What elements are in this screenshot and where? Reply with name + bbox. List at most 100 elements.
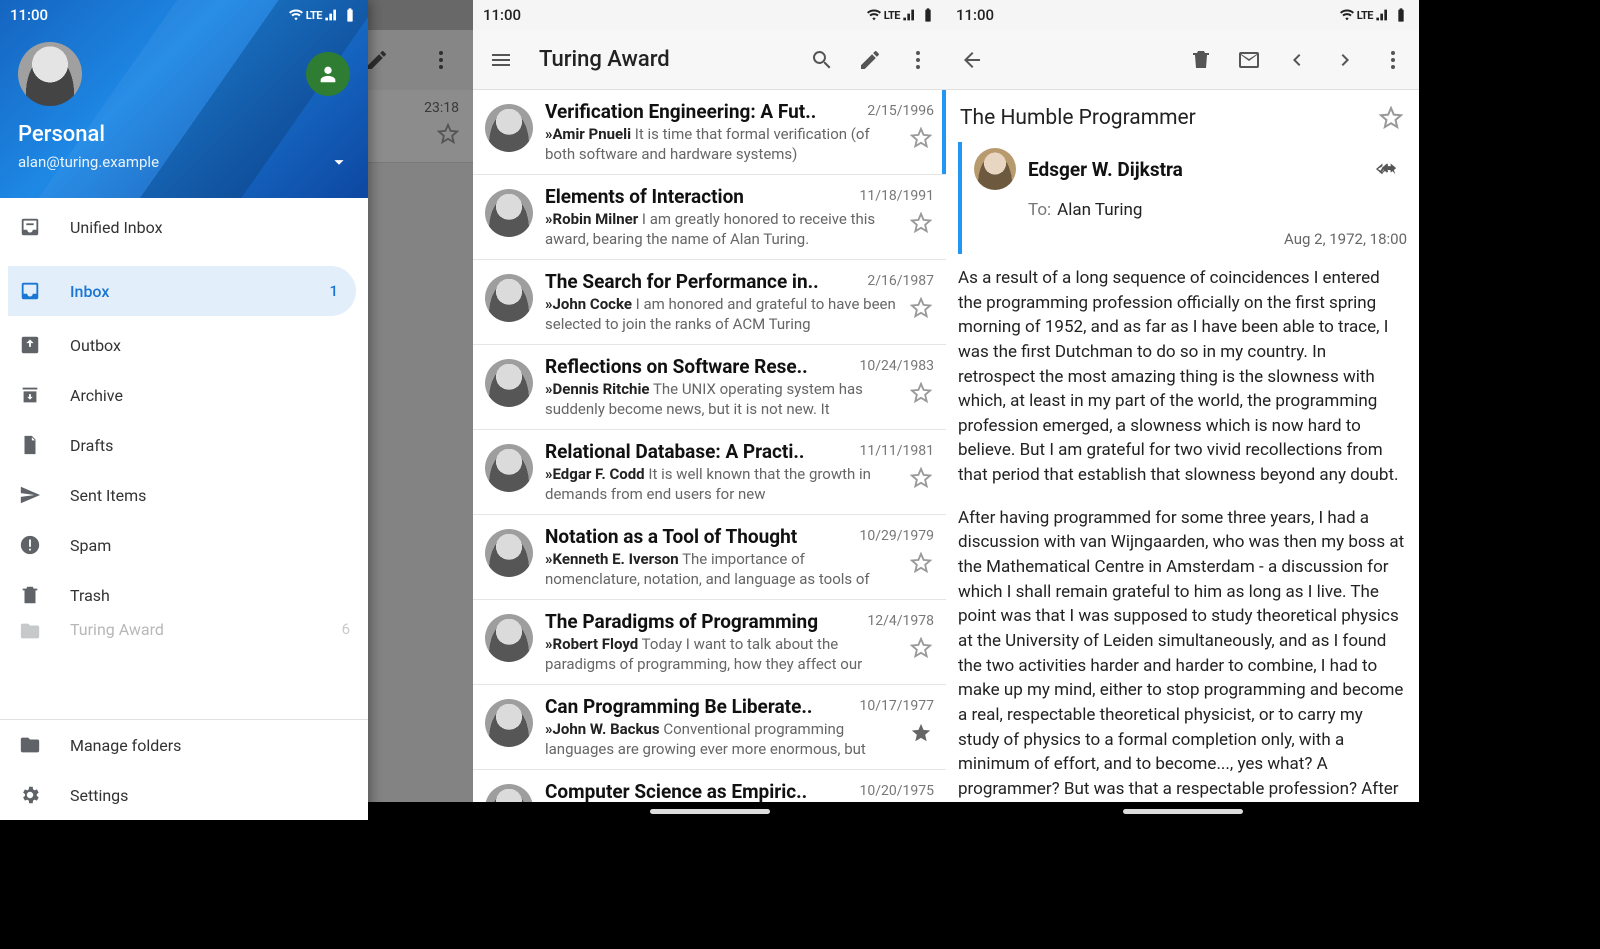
mail-preview: »Kenneth E. Iverson The importance of no… — [545, 550, 902, 589]
send-icon — [18, 484, 42, 506]
archive-icon — [18, 384, 42, 406]
mail-date: 2/15/1996 — [867, 100, 934, 119]
mail-date: 10/17/1977 — [860, 695, 935, 714]
message-date: Aug 2, 1972, 18:00 — [974, 230, 1407, 248]
body-paragraph-1: As a result of a long sequence of coinci… — [958, 266, 1407, 488]
account-email: alan@turing.example — [18, 153, 159, 171]
message-subject: The Humble Programmer — [960, 106, 1369, 130]
sender-avatar[interactable] — [485, 274, 533, 322]
mail-preview: »John Cocke I am honored and grateful to… — [545, 295, 902, 334]
sender-avatar[interactable] — [974, 148, 1016, 190]
lte-label: LTE — [306, 9, 322, 22]
mail-subject: Computer Science as Empiric.. — [545, 780, 852, 803]
battery-icon — [342, 7, 358, 23]
mail-item[interactable]: Elements of Interaction 11/18/1991 »Robi… — [473, 175, 946, 260]
sender-avatar[interactable] — [485, 444, 533, 492]
drawer-item-turing-award[interactable]: Turing Award 6 — [0, 620, 368, 642]
phone-mail-list: 11:00 LTE Turing Award Verification Engi… — [473, 0, 946, 820]
search-button[interactable] — [802, 40, 842, 80]
drawer-item-spam[interactable]: Spam — [0, 520, 368, 570]
mail-item[interactable]: The Search for Performance in.. 2/16/198… — [473, 260, 946, 345]
message-header: Edsger W. Dijkstra To: Alan Turing Aug 2… — [958, 142, 1407, 254]
sender-avatar[interactable] — [485, 614, 533, 662]
star-outline-icon[interactable] — [910, 125, 934, 153]
mail-date: 10/20/1975 — [860, 780, 935, 799]
file-icon — [18, 434, 42, 456]
star-outline-icon[interactable] — [910, 210, 934, 238]
phone-message-view: 11:00 LTE The Humble Programmer Edsge — [946, 0, 1419, 820]
folder-title: Turing Award — [529, 47, 794, 72]
status-bar: 11:00 LTE — [473, 0, 946, 30]
star-outline-icon[interactable] — [910, 550, 934, 578]
mail-item[interactable]: Notation as a Tool of Thought 10/29/1979… — [473, 515, 946, 600]
trash-icon — [18, 584, 42, 606]
mail-preview: »Robin Milner I am greatly honored to re… — [545, 210, 902, 249]
drawer-item-drafts[interactable]: Drafts — [0, 420, 368, 470]
menu-button[interactable] — [481, 40, 521, 80]
drawer-item-manage-folders[interactable]: Manage folders — [0, 720, 368, 770]
mail-date: 12/4/1978 — [867, 610, 934, 629]
account-name: Personal — [18, 122, 350, 147]
mail-preview: »Dennis Ritchie The UNIX operating syste… — [545, 380, 902, 419]
mail-subject: Relational Database: A Practi.. — [545, 440, 852, 463]
wifi-icon — [1339, 7, 1355, 23]
reply-all-button[interactable] — [1367, 149, 1407, 189]
drawer-item-trash[interactable]: Trash — [0, 570, 368, 620]
sender-avatar[interactable] — [485, 104, 533, 152]
back-button[interactable] — [952, 40, 992, 80]
star-outline-icon[interactable] — [910, 380, 934, 408]
mark-unread-button[interactable] — [1229, 40, 1269, 80]
drawer-item-inbox[interactable]: Inbox 1 — [8, 266, 356, 316]
inbox-count-badge: 1 — [329, 282, 338, 300]
sender-avatar[interactable] — [485, 189, 533, 237]
wifi-icon — [288, 7, 304, 23]
add-account-button[interactable] — [306, 52, 350, 96]
sender-avatar[interactable] — [485, 529, 533, 577]
mail-item[interactable]: Verification Engineering: A Fut.. 2/15/1… — [473, 90, 946, 175]
account-avatar[interactable] — [18, 42, 82, 106]
settings-icon — [18, 784, 42, 806]
drawer-item-settings[interactable]: Settings — [0, 770, 368, 820]
drawer-item-sent[interactable]: Sent Items — [0, 470, 368, 520]
next-message-button[interactable] — [1325, 40, 1365, 80]
mail-item[interactable]: Can Programming Be Liberate.. 10/17/1977… — [473, 685, 946, 770]
prev-message-button[interactable] — [1277, 40, 1317, 80]
more-button[interactable] — [1373, 40, 1413, 80]
signal-icon — [1375, 7, 1391, 23]
mail-preview: »Edgar F. Codd It is well known that the… — [545, 465, 902, 504]
mail-date: 2/16/1987 — [867, 270, 934, 289]
inbox-icon — [18, 280, 42, 302]
navigation-drawer: 11:00 LTE Personal alan@turing.example — [0, 0, 368, 820]
gesture-pill[interactable] — [1123, 809, 1243, 814]
mail-item[interactable]: The Paradigms of Programming 12/4/1978 »… — [473, 600, 946, 685]
star-outline-icon[interactable] — [910, 465, 934, 493]
account-switcher[interactable]: alan@turing.example — [18, 151, 350, 173]
drawer-item-outbox[interactable]: Outbox — [0, 320, 368, 370]
gesture-pill[interactable] — [650, 809, 770, 814]
compose-button[interactable] — [850, 40, 890, 80]
mail-item[interactable]: Reflections on Software Rese.. 10/24/198… — [473, 345, 946, 430]
drawer-item-archive[interactable]: Archive — [0, 370, 368, 420]
status-bar: 11:00 LTE — [0, 0, 368, 30]
lte-label: LTE — [884, 9, 900, 22]
battery-icon — [1393, 7, 1409, 23]
star-outline-icon[interactable] — [910, 295, 934, 323]
delete-button[interactable] — [1181, 40, 1221, 80]
sender-avatar[interactable] — [485, 359, 533, 407]
system-nav-bar — [473, 802, 946, 820]
appbar: Turing Award — [473, 30, 946, 90]
mail-item[interactable]: Relational Database: A Practi.. 11/11/19… — [473, 430, 946, 515]
drawer-item-unified-inbox[interactable]: Unified Inbox — [0, 202, 368, 252]
star-outline-icon[interactable] — [910, 635, 934, 663]
more-button[interactable] — [898, 40, 938, 80]
message-body: As a result of a long sequence of coinci… — [958, 266, 1407, 818]
star-button[interactable] — [1377, 104, 1405, 132]
lte-label: LTE — [1357, 9, 1373, 22]
folder-icon — [18, 620, 42, 642]
body-paragraph-2: After having programmed for some three y… — [958, 506, 1407, 818]
sender-avatar[interactable] — [485, 699, 533, 747]
mail-list[interactable]: Verification Engineering: A Fut.. 2/15/1… — [473, 90, 946, 818]
star-filled-icon[interactable] — [910, 720, 934, 748]
mail-subject: The Search for Performance in.. — [545, 270, 859, 293]
mail-preview: »Robert Floyd Today I want to talk about… — [545, 635, 902, 674]
